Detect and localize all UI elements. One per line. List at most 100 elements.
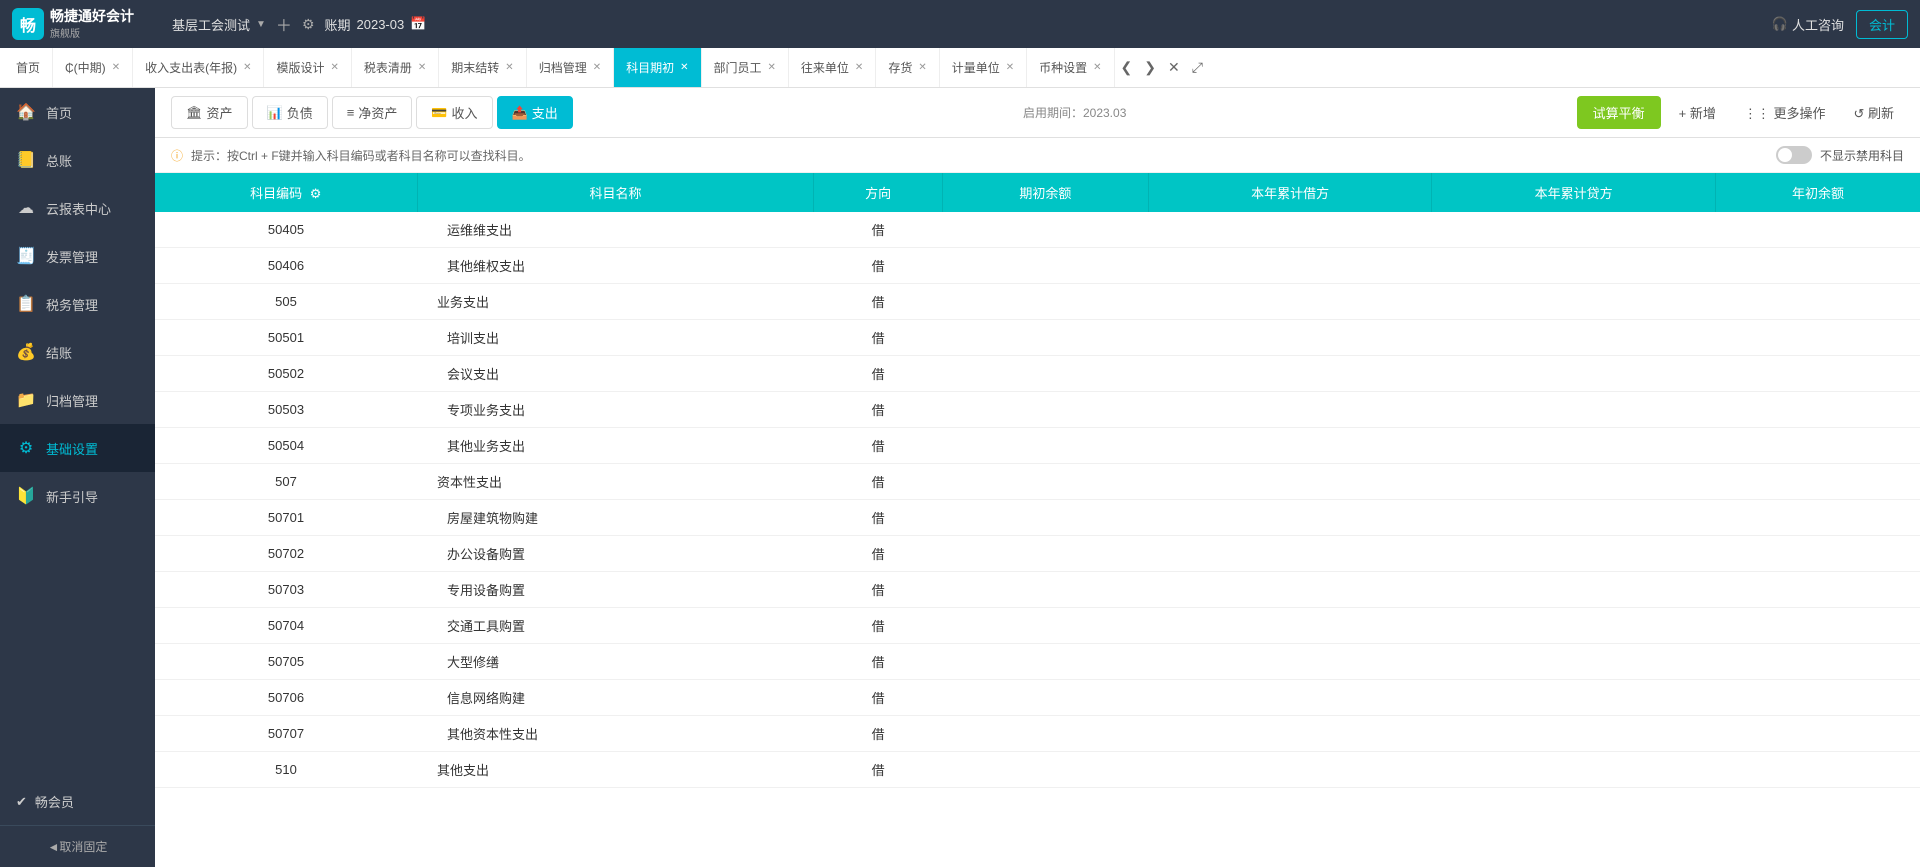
table-row[interactable]: 50406其他维权支出借 <box>155 248 1920 284</box>
filter-bar: 🏛 资产 📊 负债 ≡ 净资产 💳 收入 📤 支出 启用期间：2023.03 试 <box>155 88 1920 138</box>
table-row[interactable]: 50704交通工具购置借 <box>155 608 1920 644</box>
balance-button[interactable]: 试算平衡 <box>1577 96 1661 129</box>
filter-income-button[interactable]: 💳 收入 <box>416 96 492 129</box>
table-row[interactable]: 505业务支出借 <box>155 284 1920 320</box>
help-button[interactable]: 🎧 人工咨询 <box>1772 15 1844 34</box>
sidebar-item-guide[interactable]: 🔰 新手引导 <box>0 472 155 520</box>
cell-ytd-credit <box>1432 248 1716 284</box>
cell-year-opening <box>1715 680 1920 716</box>
tab-subject-initial[interactable]: 科目期初 ✕ <box>614 48 701 88</box>
sidebar-cancel-pin[interactable]: ◄取消固定 <box>0 825 155 867</box>
tab-close-income-report[interactable]: ✕ <box>243 62 251 73</box>
cell-opening <box>942 536 1148 572</box>
cell-year-opening <box>1715 572 1920 608</box>
company-dropdown-icon[interactable]: ▼ <box>256 19 266 30</box>
add-workspace-button[interactable]: ＋ <box>276 12 292 36</box>
filter-asset-button[interactable]: 🏛 资产 <box>171 96 248 129</box>
tab-template[interactable]: 模版设计 ✕ <box>264 48 351 88</box>
table-row[interactable]: 50701房屋建筑物购建借 <box>155 500 1920 536</box>
tab-close-tax-table[interactable]: ✕ <box>418 62 426 73</box>
cell-ytd-debit <box>1148 644 1432 680</box>
cell-year-opening <box>1715 392 1920 428</box>
tab-unit[interactable]: 计量单位 ✕ <box>940 48 1027 88</box>
table-row[interactable]: 50707其他资本性支出借 <box>155 716 1920 752</box>
tab-close-inventory[interactable]: ✕ <box>918 62 926 73</box>
tab-close-unit[interactable]: ✕ <box>1006 62 1014 73</box>
period-value: 2023-03 <box>357 17 405 32</box>
cell-direction: 借 <box>814 716 942 752</box>
logo-sub: 旗舰版 <box>50 25 134 40</box>
tab-close-archive[interactable]: ✕ <box>593 62 601 73</box>
column-settings-icon[interactable]: ⚙ <box>310 186 322 201</box>
col-opening: 期初余额 <box>942 173 1148 212</box>
sidebar-item-ledger[interactable]: 📒 总账 <box>0 136 155 184</box>
settings-icon: ⚙ <box>16 438 36 458</box>
sidebar-item-settings[interactable]: ⚙ 基础设置 <box>0 424 155 472</box>
disable-toggle[interactable] <box>1776 146 1812 164</box>
sidebar-bottom: ✔ 畅会员 ◄取消固定 <box>0 778 155 867</box>
cell-opening <box>942 644 1148 680</box>
tab-close-subject[interactable]: ✕ <box>680 62 688 73</box>
cell-code: 50703 <box>155 572 417 608</box>
table-row[interactable]: 50705大型修缮借 <box>155 644 1920 680</box>
table-row[interactable]: 50405运维维支出借 <box>155 212 1920 248</box>
table-row[interactable]: 50502会议支出借 <box>155 356 1920 392</box>
table-row[interactable]: 50703专用设备购置借 <box>155 572 1920 608</box>
tab-home[interactable]: 首页 <box>4 48 53 88</box>
table-row[interactable]: 50702办公设备购置借 <box>155 536 1920 572</box>
more-ops-button[interactable]: ⋮⋮ 更多操作 <box>1734 97 1836 128</box>
calendar-icon[interactable]: 📅 <box>410 16 426 32</box>
table-row[interactable]: 50504其他业务支出借 <box>155 428 1920 464</box>
archive-icon: 📁 <box>16 390 36 410</box>
account-button[interactable]: 会计 <box>1856 10 1908 39</box>
tab-close-period-end[interactable]: ✕ <box>505 62 513 73</box>
cell-opening <box>942 572 1148 608</box>
table-row[interactable]: 50706信息网络购建借 <box>155 680 1920 716</box>
cell-code: 50702 <box>155 536 417 572</box>
settings-icon[interactable]: ⚙ <box>302 16 315 33</box>
table-row[interactable]: 50503专项业务支出借 <box>155 392 1920 428</box>
filter-liability-button[interactable]: 📊 负债 <box>252 96 328 129</box>
tab-close-contacts[interactable]: ✕ <box>855 62 863 73</box>
sidebar-item-archive[interactable]: 📁 归档管理 <box>0 376 155 424</box>
sidebar-item-home[interactable]: 🏠 首页 <box>0 88 155 136</box>
sidebar-item-settle[interactable]: 💰 结账 <box>0 328 155 376</box>
tab-inventory[interactable]: 存货 ✕ <box>876 48 939 88</box>
tab-contacts[interactable]: 往来单位 ✕ <box>789 48 876 88</box>
filter-expense-button[interactable]: 📤 支出 <box>497 96 573 129</box>
cell-ytd-credit <box>1432 320 1716 356</box>
refresh-button[interactable]: ↺ 刷新 <box>1843 97 1904 128</box>
table-row[interactable]: 507资本性支出借 <box>155 464 1920 500</box>
main-layout: 🏠 首页 📒 总账 ☁ 云报表中心 🧾 发票管理 📋 税务管理 💰 结账 📁 归… <box>0 88 1920 867</box>
tab-department[interactable]: 部门员工 ✕ <box>702 48 789 88</box>
tab-close-currency[interactable]: ✕ <box>1093 62 1101 73</box>
cloud-icon: ☁ <box>16 198 36 218</box>
tab-close-all-button[interactable]: ✕ <box>1162 59 1186 76</box>
filter-equity-button[interactable]: ≡ 净资产 <box>332 96 413 129</box>
tab-midterm[interactable]: ₵(中期) ✕ <box>53 48 133 88</box>
sidebar-member[interactable]: ✔ 畅会员 <box>0 778 155 825</box>
cell-code: 50707 <box>155 716 417 752</box>
add-button[interactable]: + 新增 <box>1669 97 1726 128</box>
sidebar-item-invoice[interactable]: 🧾 发票管理 <box>0 232 155 280</box>
cell-code: 50502 <box>155 356 417 392</box>
table-row[interactable]: 510其他支出借 <box>155 752 1920 788</box>
cell-direction: 借 <box>814 644 942 680</box>
tab-prev-button[interactable]: ❮ <box>1115 59 1139 76</box>
tab-close-template[interactable]: ✕ <box>330 62 338 73</box>
cell-direction: 借 <box>814 464 942 500</box>
tab-close-department[interactable]: ✕ <box>768 62 776 73</box>
sidebar-item-reports[interactable]: ☁ 云报表中心 <box>0 184 155 232</box>
tab-close-midterm[interactable]: ✕ <box>112 62 120 73</box>
tab-income-report[interactable]: 收入支出表(年报) ✕ <box>133 48 264 88</box>
tab-next-button[interactable]: ❯ <box>1138 59 1162 76</box>
cell-code: 505 <box>155 284 417 320</box>
sidebar-item-tax[interactable]: 📋 税务管理 <box>0 280 155 328</box>
tab-expand-button[interactable]: ⤢ <box>1186 59 1209 76</box>
tab-period-end[interactable]: 期末结转 ✕ <box>439 48 526 88</box>
cell-opening <box>942 500 1148 536</box>
tab-archive[interactable]: 归档管理 ✕ <box>527 48 614 88</box>
table-row[interactable]: 50501培训支出借 <box>155 320 1920 356</box>
tab-currency[interactable]: 币种设置 ✕ <box>1027 48 1114 88</box>
tab-tax-table[interactable]: 税表清册 ✕ <box>352 48 439 88</box>
